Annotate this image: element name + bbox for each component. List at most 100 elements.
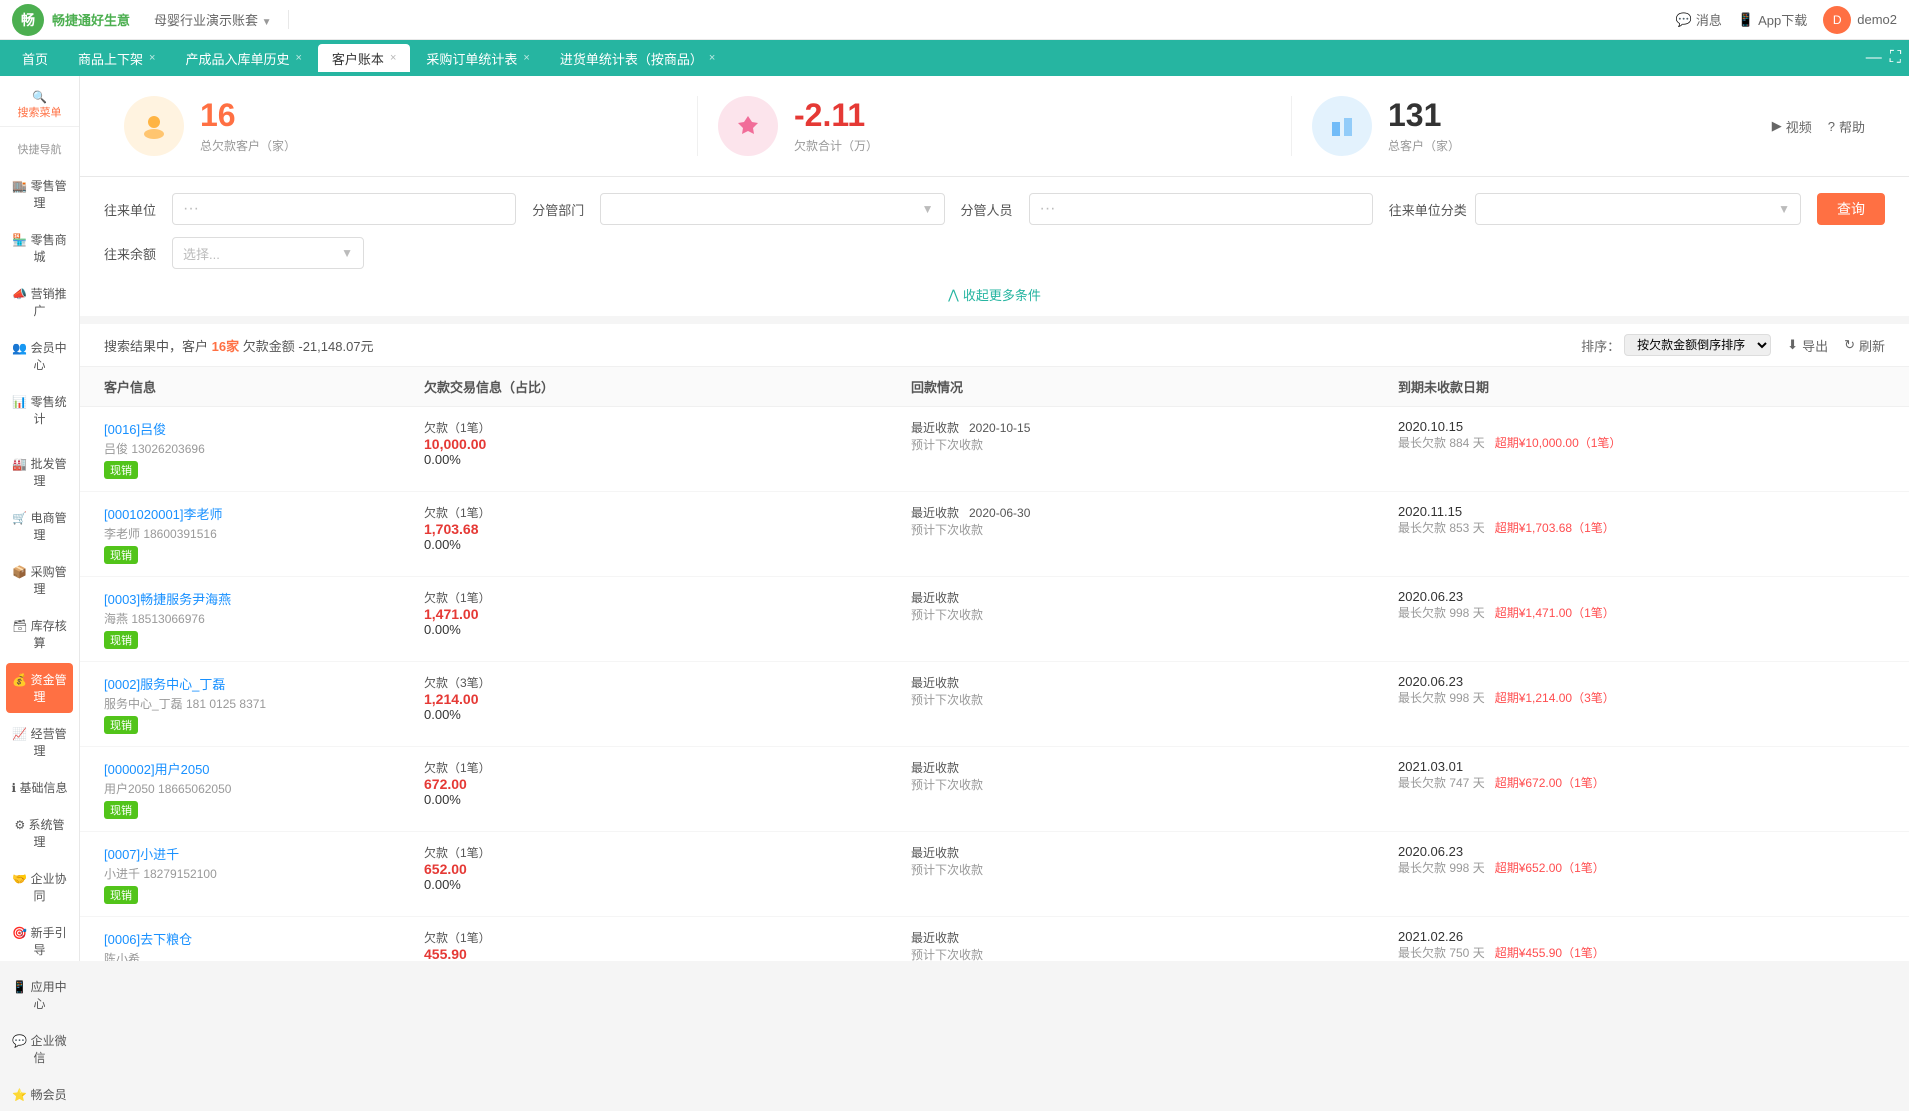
tab-customer-account-label: 客户账本 <box>332 49 384 68</box>
tab-close-icon[interactable]: × <box>149 52 155 64</box>
overdue-link[interactable]: 超期¥652.00（1笔） <box>1495 861 1605 875</box>
sidebar-item-collab[interactable]: 🤝 企业协同 <box>6 862 73 912</box>
filter-input-unit[interactable]: ··· <box>172 193 516 225</box>
table-row: [0016]吕俊 吕俊 13026203696 现销 欠款（1笔） 10,000… <box>80 407 1909 492</box>
overdue-link[interactable]: 超期¥1,471.00（1笔） <box>1495 606 1615 620</box>
overdue-link[interactable]: 超期¥10,000.00（1笔） <box>1495 436 1622 450</box>
customer-tag: 现销 <box>104 546 138 564</box>
purchase-icon: 📦 <box>12 565 27 579</box>
tab-purchase-stats[interactable]: 采购订单统计表 × <box>412 44 543 72</box>
due-date-cell: 2021.03.01 最长欠款 747 天 超期¥672.00（1笔） <box>1398 759 1885 791</box>
sidebar-item-app-center[interactable]: 📱 应用中心 <box>6 970 73 1020</box>
basic-info-icon: ℹ <box>12 781 17 795</box>
message-button[interactable]: 💬 消息 <box>1676 10 1722 29</box>
overdue-link[interactable]: 超期¥672.00（1笔） <box>1495 776 1605 790</box>
sidebar-item-member[interactable]: 👥 会员中心 <box>6 331 73 381</box>
sidebar-item-retail-stats[interactable]: 📊 零售统计 <box>6 385 73 435</box>
app-download-button[interactable]: 📱 App下载 <box>1738 10 1807 29</box>
query-button[interactable]: 查询 <box>1817 193 1885 225</box>
customer-name-link[interactable]: [0016]吕俊 <box>104 422 166 437</box>
collapse-icon: ⋀ <box>948 287 959 303</box>
refresh-icon: ↻ <box>1844 337 1855 353</box>
sidebar-search[interactable]: 🔍 搜索菜单 <box>0 84 79 127</box>
sidebar-item-inventory[interactable]: 🗃 库存核算 <box>6 609 73 659</box>
guide-icon: 🎯 <box>12 926 27 940</box>
sidebar-item-finance[interactable]: 💰 资金管理 <box>6 663 73 713</box>
inventory-icon: 🗃 <box>12 619 27 633</box>
sidebar-item-ecommerce[interactable]: 🛒 电商管理 <box>6 501 73 551</box>
stat-value-customers: 16 <box>200 98 296 133</box>
sort-select[interactable]: 按欠款金额倒序排序 <box>1624 334 1771 356</box>
stat-card-debt: -2.11 欠款合计（万） <box>698 96 1292 156</box>
overdue-link[interactable]: 超期¥455.90（1笔） <box>1495 946 1605 960</box>
dropdown-arrow-icon: ▼ <box>341 246 353 260</box>
tab-product-history[interactable]: 产成品入库单历史 × <box>171 44 315 72</box>
tab-customer-account[interactable]: 客户账本 × <box>318 44 410 72</box>
tab-goods-listing[interactable]: 商品上下架 × <box>64 44 169 72</box>
table-row: [0006]去下粮仓 陈小希 现销 欠款（1笔） 455.90 0.00% 最近… <box>80 917 1909 961</box>
company-name[interactable]: 母婴行业演示账套 ▼ <box>138 10 289 29</box>
company-dropdown-icon: ▼ <box>262 17 272 28</box>
customer-name-link[interactable]: [0003]畅捷服务尹海燕 <box>104 592 231 607</box>
collapse-button[interactable]: ⋀ 收起更多条件 <box>944 281 1045 308</box>
sidebar-item-guide[interactable]: 🎯 新手引导 <box>6 916 73 966</box>
table-header: 客户信息 欠款交易信息（占比） 回款情况 到期未收款日期 <box>80 367 1909 407</box>
app-center-icon: 📱 <box>12 980 27 994</box>
tab-home[interactable]: 首页 <box>8 44 62 72</box>
tab-home-label: 首页 <box>22 49 48 68</box>
wechat-icon: 💬 <box>12 1034 27 1048</box>
filter-input-balance[interactable]: 选择... ▼ <box>172 237 364 269</box>
customer-name-link[interactable]: [0006]去下粮仓 <box>104 932 192 947</box>
operations-icon: 📈 <box>12 727 27 741</box>
logo-area: 畅 畅捷通好生意 母婴行业演示账套 ▼ <box>12 4 289 36</box>
refresh-button[interactable]: ↻ 刷新 <box>1844 336 1885 355</box>
overdue-link[interactable]: 超期¥1,214.00（3笔） <box>1495 691 1615 705</box>
debt-cell: 欠款（1笔） 672.00 0.00% <box>424 759 911 807</box>
filter-input-dept[interactable]: ▼ <box>600 193 944 225</box>
help-button[interactable]: ? 帮助 <box>1828 117 1865 136</box>
user-avatar[interactable]: D demo2 <box>1823 6 1897 34</box>
debt-amount: -21,148.07元 <box>298 339 373 354</box>
due-date-cell: 2020.11.15 最长欠款 853 天 超期¥1,703.68（1笔） <box>1398 504 1885 536</box>
customer-name-link[interactable]: [0001020001]李老师 <box>104 507 223 522</box>
sidebar-item-system[interactable]: ⚙ 系统管理 <box>6 808 73 858</box>
sidebar-item-wechat[interactable]: 💬 企业微信 <box>6 1024 73 1074</box>
filter-item-person: 分管人员 ··· <box>961 193 1373 225</box>
filter-label-balance: 往来余额 <box>104 244 164 263</box>
filter-area: 往来单位 ··· 分管部门 ▼ 分管人员 ··· <box>80 177 1909 316</box>
retail-mgmt-icon: 🏬 <box>12 179 27 193</box>
sidebar-item-purchase[interactable]: 📦 采购管理 <box>6 555 73 605</box>
customer-tag: 现销 <box>104 886 138 904</box>
tab-close-icon[interactable]: × <box>523 52 529 64</box>
customer-cell: [0007]小进千 小进千 18279152100 现销 <box>104 844 424 904</box>
customer-name-link[interactable]: [000002]用户2050 <box>104 762 210 777</box>
table-row: [0007]小进千 小进千 18279152100 现销 欠款（1笔） 652.… <box>80 832 1909 917</box>
customer-name-link[interactable]: [0007]小进千 <box>104 847 179 862</box>
overdue-link[interactable]: 超期¥1,703.68（1笔） <box>1495 521 1615 535</box>
tab-fullscreen-icon[interactable]: ⛶ <box>1890 49 1901 67</box>
retail-stats-icon: 📊 <box>12 395 27 409</box>
video-button[interactable]: ▶ 视频 <box>1772 117 1812 136</box>
sidebar-item-basic-info[interactable]: ℹ 基础信息 <box>6 771 73 804</box>
sidebar-item-wholesale[interactable]: 🏭 批发管理 <box>6 447 73 497</box>
payment-cell: 最近收款 2020-06-30 预计下次收款 <box>911 504 1398 538</box>
debt-amount-value: 672.00 <box>424 776 911 792</box>
tab-close-icon[interactable]: × <box>390 52 396 64</box>
debt-amount-value: 455.90 <box>424 946 911 961</box>
export-button[interactable]: ⬇ 导出 <box>1787 336 1828 355</box>
tab-collapse-icon[interactable]: — <box>1866 49 1882 67</box>
tab-close-icon[interactable]: × <box>295 52 301 64</box>
sidebar-item-vip[interactable]: ⭐ 畅会员 <box>6 1078 73 1111</box>
sidebar-item-retail-mgmt[interactable]: 🏬 零售管理 <box>6 169 73 219</box>
sidebar-item-marketing[interactable]: 📣 营销推广 <box>6 277 73 327</box>
sidebar-item-operations[interactable]: 📈 经营管理 <box>6 717 73 767</box>
filter-input-person[interactable]: ··· <box>1029 193 1373 225</box>
customer-name-link[interactable]: [0002]服务中心_丁磊 <box>104 677 225 692</box>
filter-item-dept: 分管部门 ▼ <box>532 193 944 225</box>
debt-cell: 欠款（1笔） 455.90 0.00% <box>424 929 911 961</box>
filter-input-category[interactable]: ▼ <box>1475 193 1801 225</box>
tab-close-icon[interactable]: × <box>709 52 715 64</box>
tab-stock-stats[interactable]: 进货单统计表（按商品） × <box>546 44 729 72</box>
sidebar-item-retail-mall[interactable]: 🏪 零售商城 <box>6 223 73 273</box>
due-date-cell: 2021.02.26 最长欠款 750 天 超期¥455.90（1笔） <box>1398 929 1885 961</box>
